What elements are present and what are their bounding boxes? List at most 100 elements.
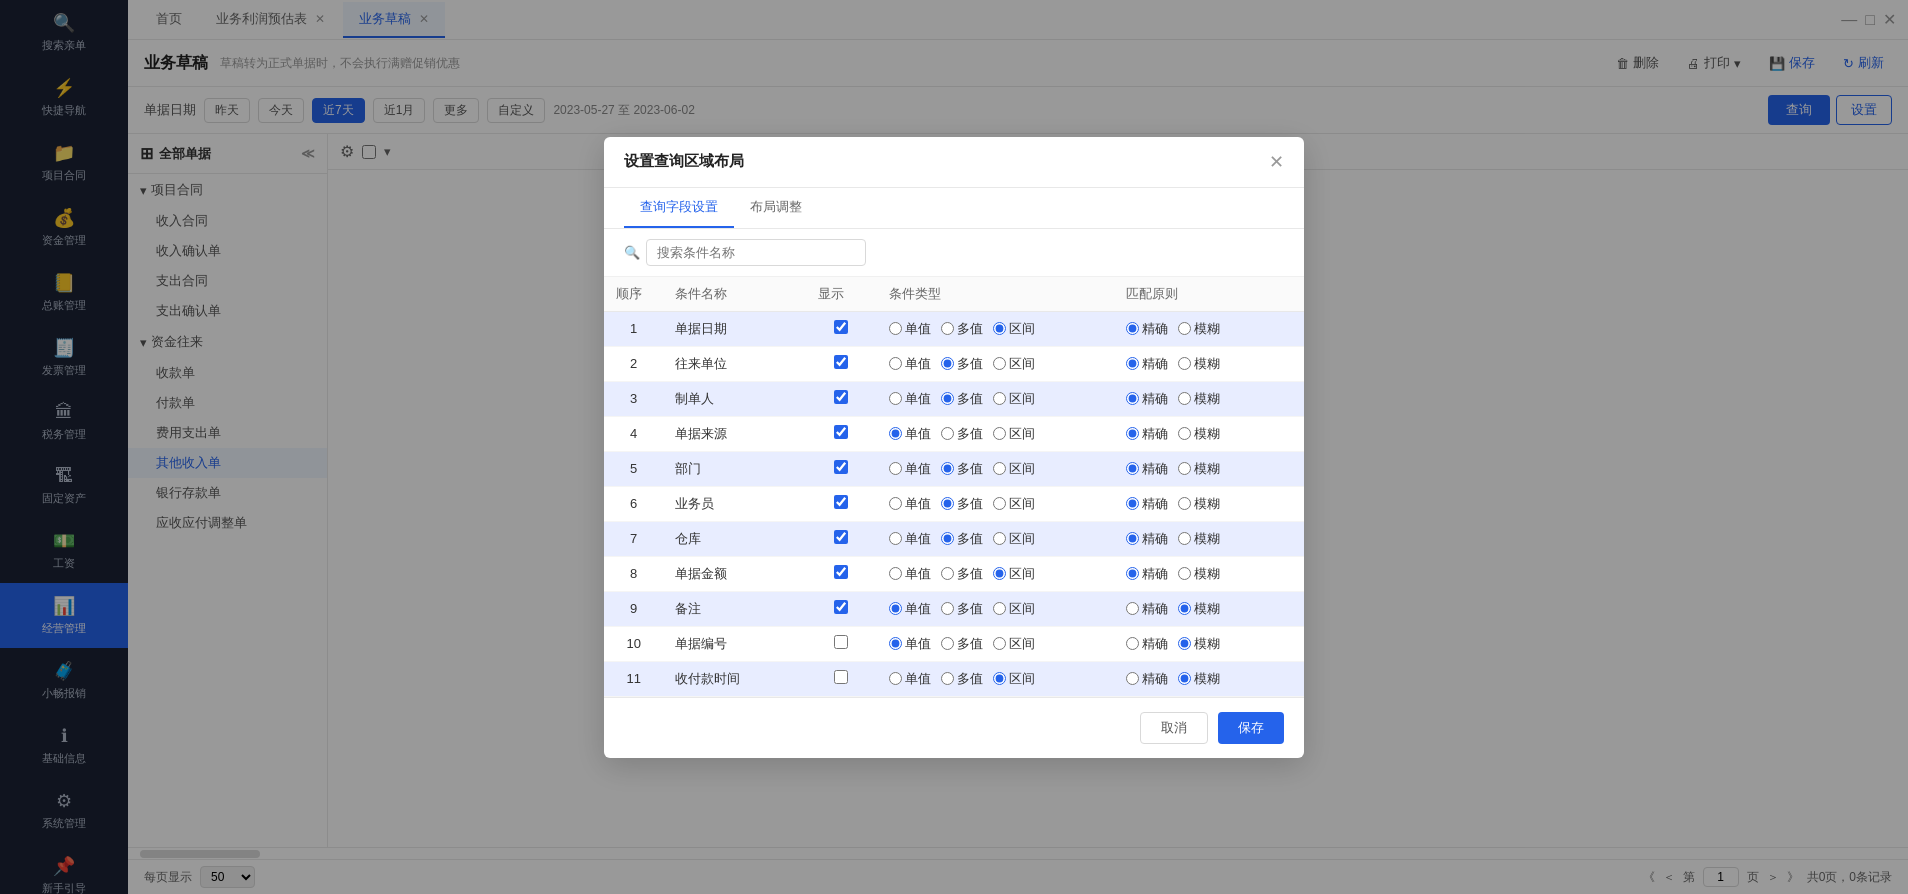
- type-single-radio[interactable]: [889, 462, 902, 475]
- match-precise-label[interactable]: 精确: [1126, 530, 1168, 548]
- type-multi-radio[interactable]: [941, 672, 954, 685]
- match-fuzzy-label[interactable]: 模糊: [1178, 495, 1220, 513]
- show-checkbox[interactable]: [834, 390, 848, 404]
- type-range-radio[interactable]: [993, 322, 1006, 335]
- type-multi-radio[interactable]: [941, 637, 954, 650]
- type-range-label[interactable]: 区间: [993, 565, 1035, 583]
- type-range-radio[interactable]: [993, 672, 1006, 685]
- show-checkbox[interactable]: [834, 460, 848, 474]
- match-precise-label[interactable]: 精确: [1126, 600, 1168, 618]
- modal-tab-field-settings[interactable]: 查询字段设置: [624, 188, 734, 228]
- type-single-radio[interactable]: [889, 392, 902, 405]
- modal-tab-layout-adjust[interactable]: 布局调整: [734, 188, 818, 228]
- row-show-checkbox[interactable]: [806, 556, 877, 591]
- match-fuzzy-radio[interactable]: [1178, 497, 1191, 510]
- row-show-checkbox[interactable]: [806, 626, 877, 661]
- type-range-label[interactable]: 区间: [993, 320, 1035, 338]
- show-checkbox[interactable]: [834, 565, 848, 579]
- match-fuzzy-label[interactable]: 模糊: [1178, 320, 1220, 338]
- match-fuzzy-label[interactable]: 模糊: [1178, 530, 1220, 548]
- type-multi-label[interactable]: 多值: [941, 355, 983, 373]
- type-range-label[interactable]: 区间: [993, 390, 1035, 408]
- row-show-checkbox[interactable]: [806, 381, 877, 416]
- match-precise-radio[interactable]: [1126, 672, 1139, 685]
- type-range-radio[interactable]: [993, 497, 1006, 510]
- type-range-radio[interactable]: [993, 567, 1006, 580]
- match-fuzzy-label[interactable]: 模糊: [1178, 425, 1220, 443]
- match-precise-radio[interactable]: [1126, 637, 1139, 650]
- type-single-label[interactable]: 单值: [889, 635, 931, 653]
- match-fuzzy-label[interactable]: 模糊: [1178, 565, 1220, 583]
- type-multi-radio[interactable]: [941, 567, 954, 580]
- type-single-radio[interactable]: [889, 427, 902, 440]
- match-precise-label[interactable]: 精确: [1126, 425, 1168, 443]
- type-multi-label[interactable]: 多值: [941, 495, 983, 513]
- type-single-radio[interactable]: [889, 497, 902, 510]
- show-checkbox[interactable]: [834, 530, 848, 544]
- type-single-radio[interactable]: [889, 532, 902, 545]
- match-fuzzy-radio[interactable]: [1178, 427, 1191, 440]
- type-range-label[interactable]: 区间: [993, 635, 1035, 653]
- match-precise-label[interactable]: 精确: [1126, 320, 1168, 338]
- type-single-label[interactable]: 单值: [889, 320, 931, 338]
- modal-close-button[interactable]: ✕: [1269, 151, 1284, 173]
- type-multi-radio[interactable]: [941, 427, 954, 440]
- row-show-checkbox[interactable]: [806, 311, 877, 346]
- match-fuzzy-radio[interactable]: [1178, 602, 1191, 615]
- match-precise-radio[interactable]: [1126, 357, 1139, 370]
- type-range-radio[interactable]: [993, 462, 1006, 475]
- match-precise-label[interactable]: 精确: [1126, 635, 1168, 653]
- type-range-radio[interactable]: [993, 427, 1006, 440]
- show-checkbox[interactable]: [834, 425, 848, 439]
- show-checkbox[interactable]: [834, 320, 848, 334]
- type-range-radio[interactable]: [993, 392, 1006, 405]
- row-show-checkbox[interactable]: [806, 661, 877, 696]
- type-multi-radio[interactable]: [941, 497, 954, 510]
- type-range-radio[interactable]: [993, 357, 1006, 370]
- type-multi-radio[interactable]: [941, 532, 954, 545]
- match-fuzzy-radio[interactable]: [1178, 322, 1191, 335]
- type-single-label[interactable]: 单值: [889, 390, 931, 408]
- type-single-radio[interactable]: [889, 357, 902, 370]
- type-single-radio[interactable]: [889, 672, 902, 685]
- match-precise-label[interactable]: 精确: [1126, 565, 1168, 583]
- match-precise-radio[interactable]: [1126, 532, 1139, 545]
- type-range-label[interactable]: 区间: [993, 495, 1035, 513]
- match-precise-label[interactable]: 精确: [1126, 355, 1168, 373]
- type-range-radio[interactable]: [993, 532, 1006, 545]
- row-show-checkbox[interactable]: [806, 451, 877, 486]
- match-precise-label[interactable]: 精确: [1126, 460, 1168, 478]
- show-checkbox[interactable]: [834, 355, 848, 369]
- row-show-checkbox[interactable]: [806, 591, 877, 626]
- modal-search-input[interactable]: [646, 239, 866, 266]
- match-precise-radio[interactable]: [1126, 392, 1139, 405]
- match-precise-radio[interactable]: [1126, 427, 1139, 440]
- type-range-radio[interactable]: [993, 602, 1006, 615]
- type-range-label[interactable]: 区间: [993, 530, 1035, 548]
- type-multi-label[interactable]: 多值: [941, 390, 983, 408]
- show-checkbox[interactable]: [834, 600, 848, 614]
- match-precise-label[interactable]: 精确: [1126, 670, 1168, 688]
- type-single-label[interactable]: 单值: [889, 670, 931, 688]
- type-multi-label[interactable]: 多值: [941, 635, 983, 653]
- match-fuzzy-radio[interactable]: [1178, 357, 1191, 370]
- match-precise-radio[interactable]: [1126, 462, 1139, 475]
- match-fuzzy-label[interactable]: 模糊: [1178, 600, 1220, 618]
- type-multi-radio[interactable]: [941, 602, 954, 615]
- show-checkbox[interactable]: [834, 670, 848, 684]
- type-single-label[interactable]: 单值: [889, 460, 931, 478]
- match-fuzzy-radio[interactable]: [1178, 567, 1191, 580]
- match-precise-radio[interactable]: [1126, 497, 1139, 510]
- row-show-checkbox[interactable]: [806, 346, 877, 381]
- type-range-radio[interactable]: [993, 637, 1006, 650]
- type-range-label[interactable]: 区间: [993, 355, 1035, 373]
- show-checkbox[interactable]: [834, 635, 848, 649]
- type-multi-radio[interactable]: [941, 322, 954, 335]
- type-single-label[interactable]: 单值: [889, 600, 931, 618]
- type-single-label[interactable]: 单值: [889, 565, 931, 583]
- match-fuzzy-radio[interactable]: [1178, 532, 1191, 545]
- match-fuzzy-label[interactable]: 模糊: [1178, 460, 1220, 478]
- type-multi-label[interactable]: 多值: [941, 600, 983, 618]
- match-fuzzy-label[interactable]: 模糊: [1178, 670, 1220, 688]
- type-multi-label[interactable]: 多值: [941, 530, 983, 548]
